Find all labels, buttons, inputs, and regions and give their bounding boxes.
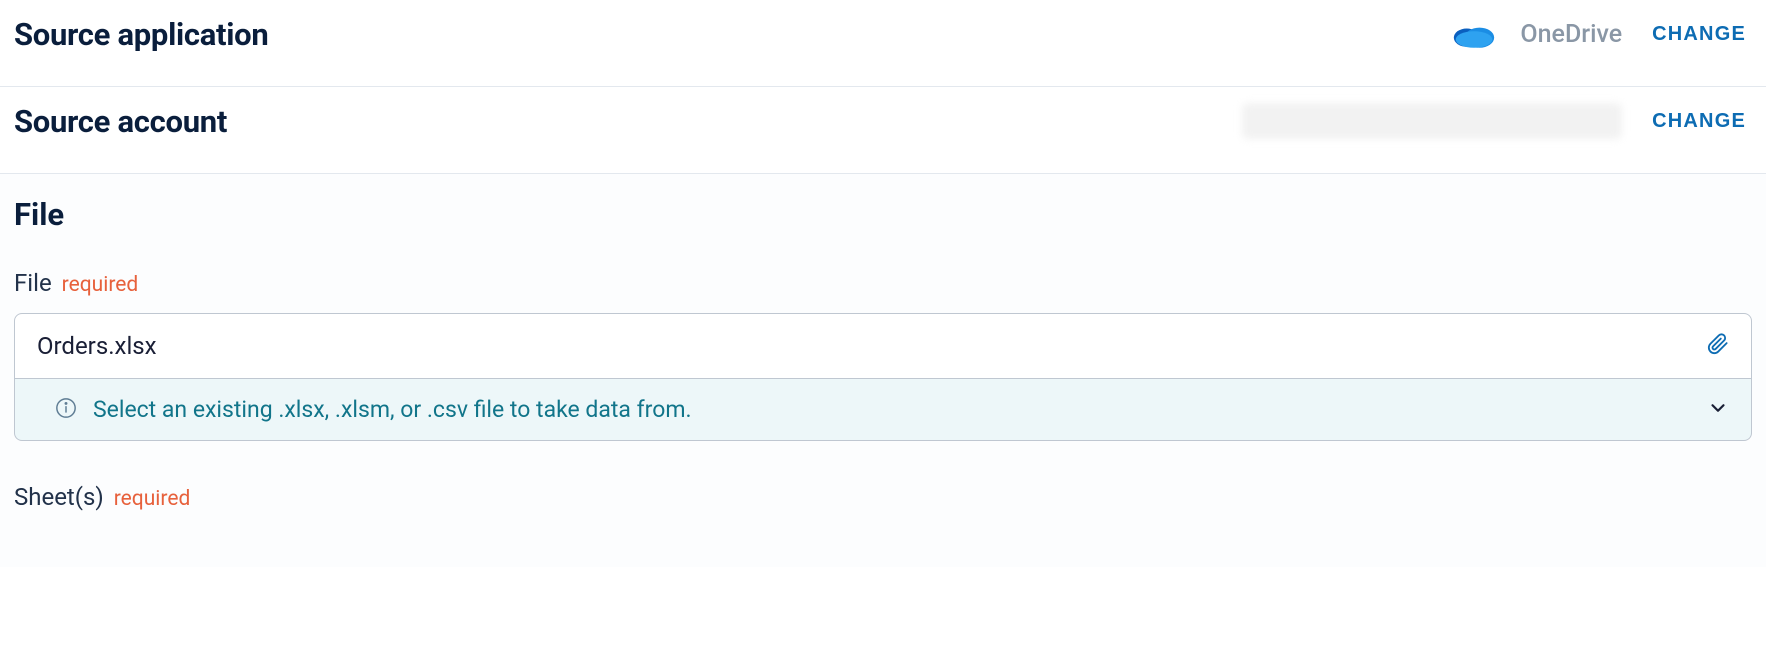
source-application-section: Source application OneDrive CHANGE [0, 0, 1766, 87]
file-hint-bar[interactable]: Select an existing .xlsx, .xlsm, or .csv… [14, 379, 1752, 441]
change-source-account-button[interactable]: CHANGE [1646, 102, 1752, 141]
change-source-app-button[interactable]: CHANGE [1646, 15, 1752, 54]
source-application-row: Source application OneDrive CHANGE [14, 10, 1752, 58]
chevron-down-icon[interactable] [1707, 397, 1729, 423]
file-section: File File required Select an existing .x… [0, 174, 1766, 567]
sheets-field-label-row: Sheet(s) required [14, 483, 1752, 511]
source-account-value-redacted [1242, 103, 1622, 139]
file-heading: File [14, 196, 1752, 233]
source-account-row: Source account CHANGE [14, 97, 1752, 145]
file-field-label: File [14, 269, 52, 297]
source-application-title: Source application [14, 16, 268, 53]
file-field-label-row: File required [14, 269, 1752, 297]
source-account-title: Source account [14, 103, 227, 140]
attachment-icon[interactable] [1707, 333, 1729, 359]
source-application-name: OneDrive [1520, 20, 1622, 49]
file-input-wrapper[interactable] [14, 313, 1752, 379]
sheets-field-label: Sheet(s) [14, 483, 104, 511]
file-input[interactable] [37, 332, 1707, 360]
file-hint-text: Select an existing .xlsx, .xlsm, or .csv… [93, 396, 1691, 423]
source-application-right-group: OneDrive CHANGE [1452, 15, 1752, 54]
source-account-right-group: CHANGE [1242, 102, 1752, 141]
sheets-required-tag: required [114, 487, 191, 511]
info-icon [55, 397, 77, 423]
onedrive-icon [1452, 19, 1496, 49]
file-required-tag: required [62, 273, 139, 297]
source-account-section: Source account CHANGE [0, 87, 1766, 174]
